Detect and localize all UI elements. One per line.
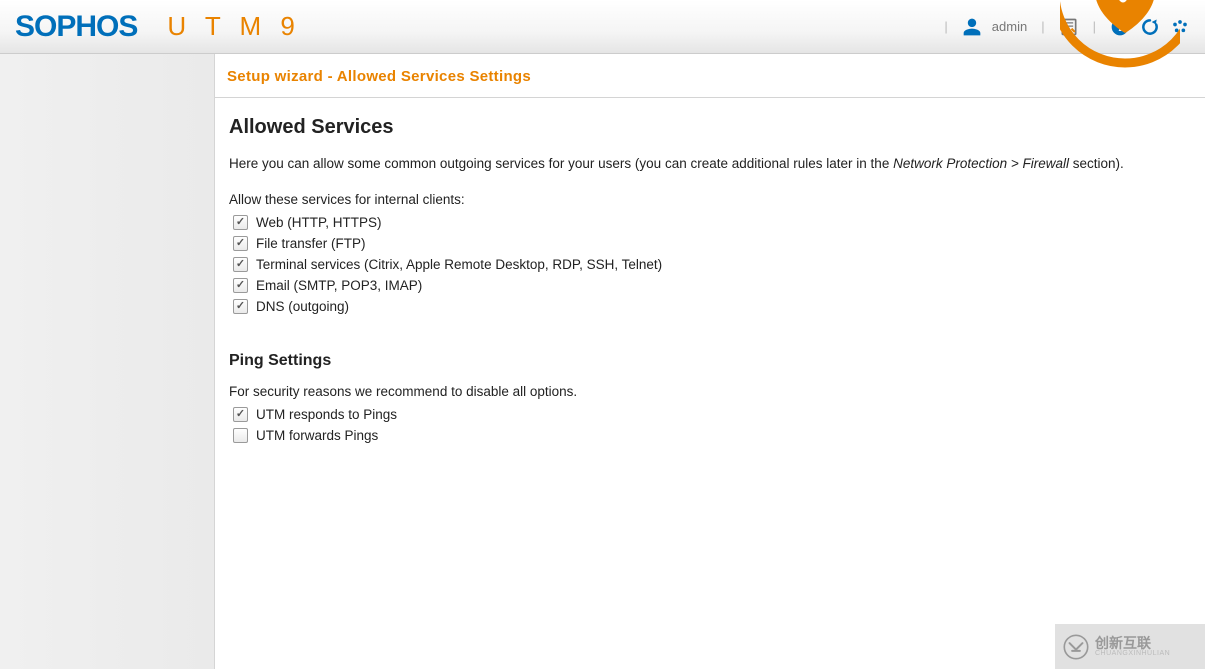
checkbox-ftp[interactable] (233, 236, 248, 251)
checkbox-label: File transfer (FTP) (256, 236, 366, 251)
shield-badge-icon (1060, 0, 1180, 78)
ping-row-respond: UTM responds to Pings (233, 407, 1191, 422)
separator: | (1041, 19, 1044, 34)
checkbox-web[interactable] (233, 215, 248, 230)
service-row-dns: DNS (outgoing) (233, 299, 1191, 314)
user-icon[interactable] (962, 17, 982, 37)
section-heading-ping: Ping Settings (229, 352, 1191, 370)
checkbox-label: UTM forwards Pings (256, 428, 378, 443)
checkbox-terminal[interactable] (233, 257, 248, 272)
service-row-email: Email (SMTP, POP3, IMAP) (233, 278, 1191, 293)
watermark-main: 创新互联 (1095, 636, 1170, 650)
sidebar (0, 54, 215, 669)
wizard-title: Setup wizard - Allowed Services Settings (215, 54, 1205, 98)
watermark: 创新互联 CHUANGXINHULIAN (1055, 624, 1205, 669)
checkbox-dns[interactable] (233, 299, 248, 314)
watermark-sub: CHUANGXINHULIAN (1095, 650, 1170, 657)
checkbox-ping-forward[interactable] (233, 428, 248, 443)
desc-text-pre: Here you can allow some common outgoing … (229, 156, 893, 171)
main-content: Setup wizard - Allowed Services Settings… (215, 54, 1205, 669)
desc-text-post: section). (1069, 156, 1124, 171)
service-row-ftp: File transfer (FTP) (233, 236, 1191, 251)
service-row-web: Web (HTTP, HTTPS) (233, 215, 1191, 230)
checkbox-label: DNS (outgoing) (256, 299, 349, 314)
top-bar: SOPHOS U T M 9 | admin | | i (0, 0, 1205, 54)
checkbox-label: UTM responds to Pings (256, 407, 397, 422)
desc-path: Network Protection > Firewall (893, 156, 1069, 171)
watermark-icon (1063, 634, 1089, 660)
brand-area: SOPHOS U T M 9 (15, 10, 301, 44)
section-description: Here you can allow some common outgoing … (229, 155, 1191, 174)
checkbox-email[interactable] (233, 278, 248, 293)
ping-row-forward: UTM forwards Pings (233, 428, 1191, 443)
service-row-terminal: Terminal services (Citrix, Apple Remote … (233, 257, 1191, 272)
checkbox-label: Web (HTTP, HTTPS) (256, 215, 382, 230)
checkbox-ping-respond[interactable] (233, 407, 248, 422)
username-label[interactable]: admin (992, 19, 1027, 34)
brand-logo: SOPHOS (15, 10, 137, 44)
allow-services-label: Allow these services for internal client… (229, 192, 1191, 207)
ping-description: For security reasons we recommend to dis… (229, 384, 1191, 399)
checkbox-label: Email (SMTP, POP3, IMAP) (256, 278, 422, 293)
checkbox-label: Terminal services (Citrix, Apple Remote … (256, 257, 662, 272)
separator: | (944, 19, 947, 34)
product-name: U T M 9 (167, 11, 301, 42)
section-heading-allowed-services: Allowed Services (229, 116, 1191, 139)
